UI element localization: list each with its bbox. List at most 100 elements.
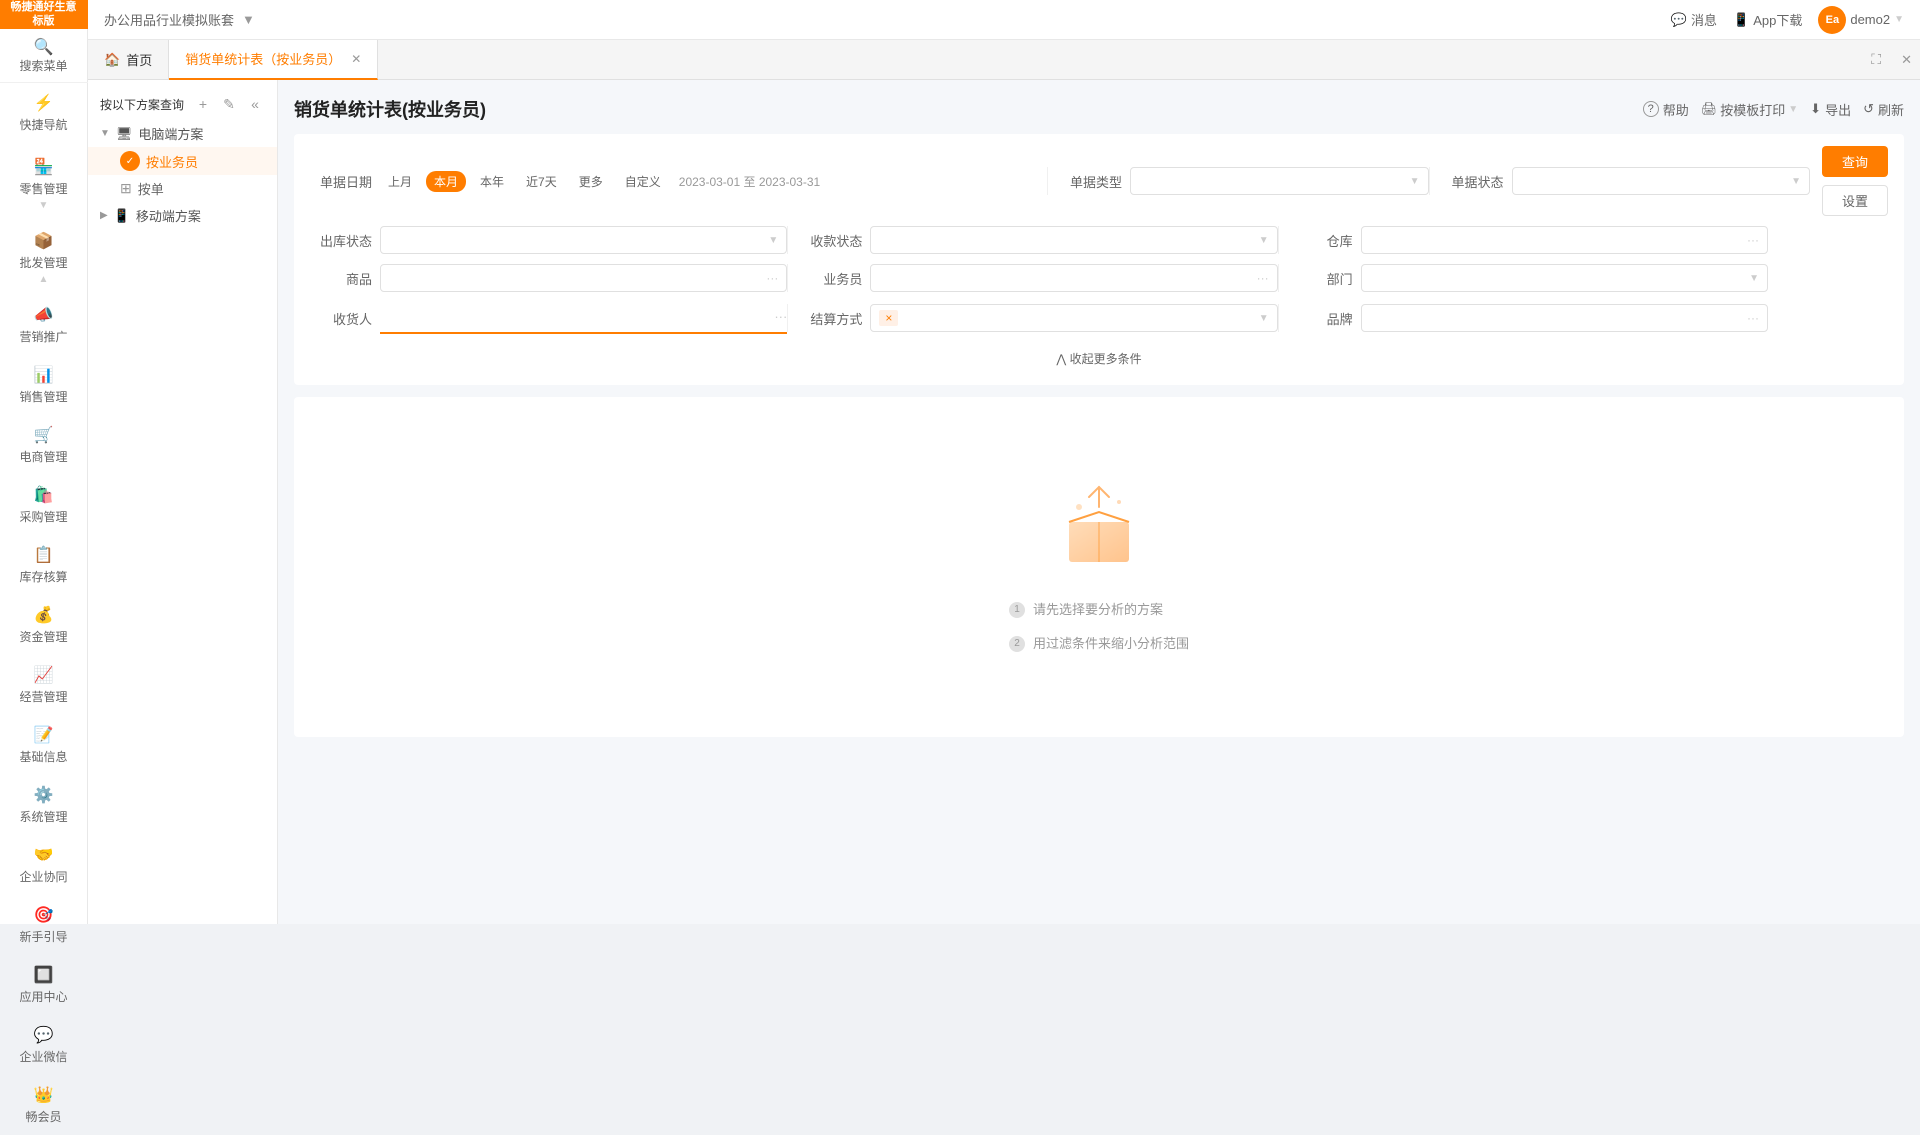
- tab-home[interactable]: 🏠 首页: [88, 40, 169, 80]
- doc-status-arrow: ▼: [1791, 176, 1801, 187]
- sales-icon: 📊: [34, 365, 54, 385]
- scheme-panel-header: 按以下方案查询 + ✎ «: [88, 88, 277, 120]
- nav-dropdown-text: 办公用品行业模拟账套: [104, 10, 234, 29]
- settings-button[interactable]: 设置: [1822, 185, 1888, 216]
- tab-bar: 🏠 首页 销货单统计表（按业务员） ✕ ⛶ ✕: [88, 40, 1920, 80]
- wholesale-icon: 📦: [34, 231, 54, 251]
- export-icon: ⬇: [1810, 101, 1821, 117]
- payment-status-select[interactable]: ▼: [870, 226, 1277, 254]
- expand-icon: ⛶: [1871, 51, 1881, 67]
- sidebar-item-wholesale[interactable]: 📦 批发管理 ▲: [0, 221, 88, 295]
- empty-tip-2: 2 用过滤条件来缩小分析范围: [1009, 631, 1189, 657]
- refresh-button[interactable]: ↺ 刷新: [1863, 100, 1904, 119]
- quick-nav-icon: ⚡: [34, 93, 54, 113]
- scheme-by-order[interactable]: ⊞ 按单: [88, 175, 277, 202]
- warehouse-label: 仓库: [1291, 231, 1361, 250]
- collapse-panel-button[interactable]: «: [245, 94, 265, 114]
- sidebar-item-marketing[interactable]: 📣 营销推广: [0, 295, 88, 355]
- tree-mobile-schemes[interactable]: ▶ 📱 移动端方案: [88, 202, 277, 229]
- brand-ellipsis: ···: [1747, 311, 1759, 325]
- query-button[interactable]: 查询: [1822, 146, 1888, 177]
- sidebar-item-inventory[interactable]: 📋 库存核算: [0, 535, 88, 595]
- filter-row-4: 收货人 ··· 结算方式 ×: [310, 302, 1888, 334]
- scheme-by-staff[interactable]: ✓ 按业务员: [88, 147, 277, 175]
- filter-date: 单据日期 上月 本月 本年 近7天 更多 自定义 2023-03-01 至 20…: [310, 171, 1047, 192]
- sidebar-item-system[interactable]: ⚙️ 系统管理: [0, 775, 88, 835]
- settle-arrow: ▼: [1259, 313, 1269, 324]
- storage-status-select[interactable]: ▼: [380, 226, 787, 254]
- date-btn-this-year[interactable]: 本年: [472, 171, 512, 192]
- date-btn-last-month[interactable]: 上月: [380, 171, 420, 192]
- page-actions-bar: ? 帮助 🖨 按模板打印 ▼ ⬇ 导出 ↺ 刷新: [1643, 100, 1904, 119]
- window-close-button[interactable]: ✕: [1893, 52, 1920, 68]
- nav-dropdown-arrow[interactable]: ▼: [242, 12, 255, 27]
- scheme-panel-title: 按以下方案查询: [100, 96, 184, 113]
- doc-status-label: 单据状态: [1442, 172, 1512, 191]
- sidebar-item-newbie[interactable]: 🎯 新手引导: [0, 895, 88, 955]
- member-icon: 👑: [34, 1085, 54, 1105]
- logo-subtext: 标版: [33, 14, 55, 28]
- settle-select[interactable]: × ▼: [870, 304, 1277, 332]
- refresh-icon: ↺: [1863, 101, 1874, 117]
- user-menu[interactable]: Ea demo2 ▼: [1818, 6, 1904, 34]
- header-right: 💬 消息 📱 App下载 Ea demo2 ▼: [1671, 6, 1904, 34]
- tree-expand-icon: ▼: [100, 128, 110, 139]
- product-select[interactable]: ···: [380, 264, 787, 292]
- sidebar-item-ecommerce[interactable]: 🛒 电商管理: [0, 415, 88, 475]
- window-close-icon: ✕: [1901, 52, 1912, 67]
- sidebar-item-basic[interactable]: 📝 基础信息: [0, 715, 88, 775]
- settle-control: × ▼: [870, 304, 1277, 332]
- date-control: 上月 本月 本年 近7天 更多 自定义 2023-03-01 至 2023-03…: [380, 171, 1047, 192]
- storage-status-arrow: ▼: [768, 235, 778, 246]
- template-print-button[interactable]: 🖨 按模板打印 ▼: [1701, 100, 1798, 119]
- collapse-more-bar[interactable]: ⋀ 收起更多条件: [310, 344, 1888, 373]
- tab-sales-stats[interactable]: 销货单统计表（按业务员） ✕: [169, 40, 378, 80]
- msg-button[interactable]: 💬 消息: [1671, 10, 1717, 29]
- date-btn-custom[interactable]: 自定义: [617, 171, 669, 192]
- empty-state-icon: [1049, 477, 1149, 577]
- tab-expand-button[interactable]: ⛶: [1859, 51, 1893, 68]
- warehouse-select[interactable]: ···: [1361, 226, 1768, 254]
- sidebar-item-purchase[interactable]: 🛍️ 采购管理: [0, 475, 88, 535]
- print-dropdown-icon: ▼: [1788, 104, 1798, 115]
- doc-status-select[interactable]: ▼: [1512, 167, 1811, 195]
- staff-select[interactable]: ···: [870, 264, 1277, 292]
- brand-select[interactable]: ···: [1361, 304, 1768, 332]
- user-dropdown-icon: ▼: [1894, 14, 1904, 25]
- grid-icon: ⊞: [120, 180, 132, 197]
- date-btn-last7[interactable]: 近7天: [518, 171, 565, 192]
- sidebar-item-wechat[interactable]: 💬 企业微信: [0, 1015, 88, 1075]
- sidebar-item-sales[interactable]: 📊 销售管理: [0, 355, 88, 415]
- filter-row-3: 商品 ··· 业务员 ···: [310, 264, 1888, 292]
- sidebar-item-member[interactable]: 👑 畅会员: [0, 1075, 88, 1135]
- add-scheme-button[interactable]: +: [193, 94, 213, 114]
- sidebar-item-retail[interactable]: 🏪 零售管理 ▼: [0, 147, 88, 221]
- tree-pc-schemes[interactable]: ▼ 🖥 电脑端方案: [88, 120, 277, 147]
- export-button[interactable]: ⬇ 导出: [1810, 100, 1851, 119]
- sidebar-search[interactable]: 🔍 搜索菜单: [0, 29, 88, 83]
- apps-icon: 🔲: [34, 965, 54, 985]
- tab-close-icon[interactable]: ✕: [351, 52, 361, 66]
- header-left: 办公用品行业模拟账套 ▼: [104, 10, 255, 29]
- sidebar-item-operation[interactable]: 📈 经营管理: [0, 655, 88, 715]
- date-btn-this-month[interactable]: 本月: [426, 171, 466, 192]
- dept-select[interactable]: ▼: [1361, 264, 1768, 292]
- doc-type-label: 单据类型: [1060, 172, 1130, 191]
- filter-settle: 结算方式 × ▼: [787, 304, 1277, 332]
- receiver-input[interactable]: [380, 302, 774, 330]
- query-buttons: 查询 设置: [1822, 146, 1888, 216]
- filter-row-1: 单据日期 上月 本月 本年 近7天 更多 自定义 2023-03-01 至 20…: [310, 146, 1888, 216]
- edit-scheme-button[interactable]: ✎: [219, 94, 239, 114]
- doc-type-select[interactable]: ▼: [1130, 167, 1429, 195]
- msg-icon: 💬: [1671, 12, 1687, 28]
- warehouse-ellipsis: ···: [1747, 233, 1759, 247]
- receiver-ellipsis[interactable]: ···: [774, 309, 787, 324]
- collapse-up-icon: ⋀: [1056, 352, 1066, 366]
- app-download-button[interactable]: 📱 App下载: [1733, 10, 1802, 29]
- sidebar-item-quick-nav[interactable]: ⚡ 快捷导航: [0, 83, 88, 143]
- sidebar-item-finance[interactable]: 💰 资金管理: [0, 595, 88, 655]
- date-btn-more[interactable]: 更多: [571, 171, 611, 192]
- help-button[interactable]: ? 帮助: [1643, 100, 1689, 119]
- sidebar-item-corp[interactable]: 🤝 企业协同: [0, 835, 88, 895]
- sidebar-item-apps[interactable]: 🔲 应用中心: [0, 955, 88, 1015]
